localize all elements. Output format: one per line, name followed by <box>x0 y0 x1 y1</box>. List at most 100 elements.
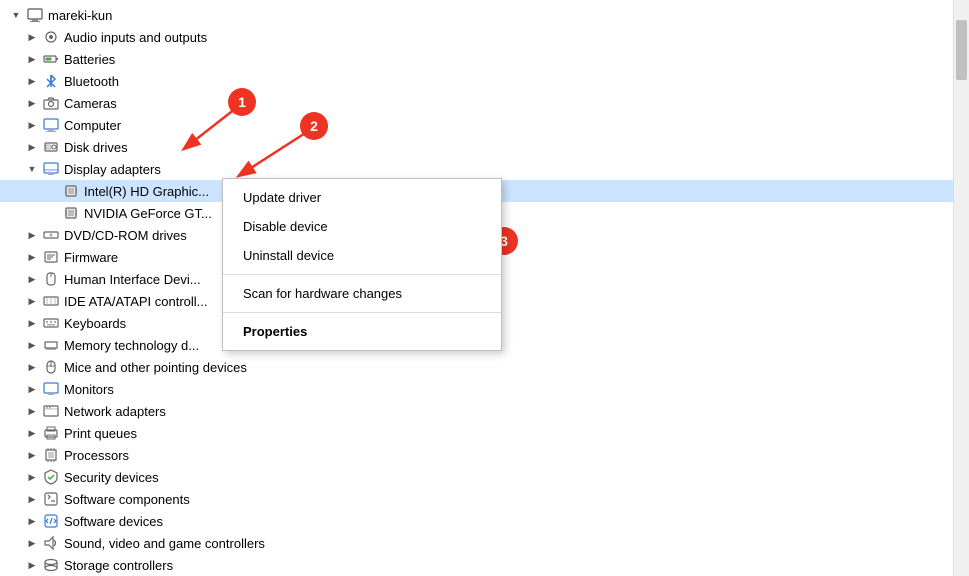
sound-icon <box>42 534 60 552</box>
tree-label-keyboards: Keyboards <box>64 316 126 331</box>
audio-icon <box>42 28 60 46</box>
context-disable-device[interactable]: Disable device <box>223 212 501 241</box>
tree-label-batteries: Batteries <box>64 52 115 67</box>
firmware-icon <box>42 248 60 266</box>
tree-label-computer: Computer <box>64 118 121 133</box>
tree-item-disk[interactable]: Disk drives <box>0 136 953 158</box>
tree-item-network[interactable]: Network adapters <box>0 400 953 422</box>
tree-label-cameras: Cameras <box>64 96 117 111</box>
tree-item-computer[interactable]: Computer <box>0 114 953 136</box>
camera-icon <box>42 94 60 112</box>
tree-label-bluetooth: Bluetooth <box>64 74 119 89</box>
context-update-driver[interactable]: Update driver <box>223 183 501 212</box>
tree-item-root[interactable]: mareki-kun <box>0 4 953 26</box>
tree-label-intel: Intel(R) HD Graphic... <box>84 184 209 199</box>
tree-item-storage[interactable]: Storage controllers <box>0 554 953 576</box>
chevron-batteries[interactable] <box>24 51 40 67</box>
tree-item-processors[interactable]: Processors <box>0 444 953 466</box>
softcomp-icon <box>42 490 60 508</box>
bluetooth-icon <box>42 72 60 90</box>
chevron-security[interactable] <box>24 469 40 485</box>
tree-label-storage: Storage controllers <box>64 558 173 573</box>
chevron-print[interactable] <box>24 425 40 441</box>
hid-icon <box>42 270 60 288</box>
tree-item-print[interactable]: Print queues <box>0 422 953 444</box>
tree-item-sound[interactable]: Sound, video and game controllers <box>0 532 953 554</box>
printer-icon <box>42 424 60 442</box>
chevron-network[interactable] <box>24 403 40 419</box>
chevron-ide[interactable] <box>24 293 40 309</box>
tree-label-print: Print queues <box>64 426 137 441</box>
tree-label-softdev: Software devices <box>64 514 163 529</box>
softdev-icon <box>42 512 60 530</box>
tree-label-root: mareki-kun <box>48 8 112 23</box>
chip-icon <box>62 182 80 200</box>
chevron-sound[interactable] <box>24 535 40 551</box>
chevron-disk[interactable] <box>24 139 40 155</box>
context-properties[interactable]: Properties <box>223 317 501 346</box>
scrollbar[interactable] <box>953 0 969 576</box>
ide-icon <box>42 292 60 310</box>
tree-label-audio: Audio inputs and outputs <box>64 30 207 45</box>
tree-item-bluetooth[interactable]: Bluetooth <box>0 70 953 92</box>
memory-icon <box>42 336 60 354</box>
context-separator <box>223 274 501 275</box>
battery-icon <box>42 50 60 68</box>
tree-label-firmware: Firmware <box>64 250 118 265</box>
security-icon <box>42 468 60 486</box>
chevron-bluetooth[interactable] <box>24 73 40 89</box>
chevron-keyboards[interactable] <box>24 315 40 331</box>
keyboard-icon <box>42 314 60 332</box>
disk-icon <box>42 138 60 156</box>
chevron-softcomp[interactable] <box>24 491 40 507</box>
chevron-human[interactable] <box>24 271 40 287</box>
tree-item-security[interactable]: Security devices <box>0 466 953 488</box>
chevron-firmware[interactable] <box>24 249 40 265</box>
chevron-memory[interactable] <box>24 337 40 353</box>
tree-label-human: Human Interface Devi... <box>64 272 201 287</box>
mouse-icon <box>42 358 60 376</box>
tree-item-display[interactable]: Display adapters <box>0 158 953 180</box>
context-menu: Update driver Disable device Uninstall d… <box>222 178 502 351</box>
tree-item-softdev[interactable]: Software devices <box>0 510 953 532</box>
tree-item-batteries[interactable]: Batteries <box>0 48 953 70</box>
context-uninstall-device[interactable]: Uninstall device <box>223 241 501 270</box>
tree-label-monitors: Monitors <box>64 382 114 397</box>
chevron-mice[interactable] <box>24 359 40 375</box>
storage-icon <box>42 556 60 574</box>
display-icon <box>42 160 60 178</box>
chevron-dvd[interactable] <box>24 227 40 243</box>
chevron-display[interactable] <box>24 161 40 177</box>
processor-icon <box>42 446 60 464</box>
tree-label-network: Network adapters <box>64 404 166 419</box>
context-scan-hardware[interactable]: Scan for hardware changes <box>223 279 501 308</box>
chevron-computer[interactable] <box>24 117 40 133</box>
chevron-audio[interactable] <box>24 29 40 45</box>
chevron-monitors[interactable] <box>24 381 40 397</box>
monitor-icon <box>42 116 60 134</box>
tree-label-mice: Mice and other pointing devices <box>64 360 247 375</box>
context-separator2 <box>223 312 501 313</box>
chevron-processors[interactable] <box>24 447 40 463</box>
chip-icon <box>62 204 80 222</box>
tree-label-processors: Processors <box>64 448 129 463</box>
tree-label-nvidia: NVIDIA GeForce GT... <box>84 206 212 221</box>
network-icon <box>42 402 60 420</box>
tree-label-ide: IDE ATA/ATAPI controll... <box>64 294 208 309</box>
tree-label-disk: Disk drives <box>64 140 128 155</box>
tree-item-monitors[interactable]: Monitors <box>0 378 953 400</box>
tree-item-cameras[interactable]: Cameras <box>0 92 953 114</box>
tree-label-memory: Memory technology d... <box>64 338 199 353</box>
monitor2-icon <box>42 380 60 398</box>
computer-icon <box>26 6 44 24</box>
tree-item-softcomp[interactable]: Software components <box>0 488 953 510</box>
chevron-storage[interactable] <box>24 557 40 573</box>
chevron-cameras[interactable] <box>24 95 40 111</box>
chevron-softdev[interactable] <box>24 513 40 529</box>
tree-label-display: Display adapters <box>64 162 161 177</box>
tree-item-mice[interactable]: Mice and other pointing devices <box>0 356 953 378</box>
chevron-root[interactable] <box>8 7 24 23</box>
scroll-thumb[interactable] <box>956 20 967 80</box>
tree-item-audio[interactable]: Audio inputs and outputs <box>0 26 953 48</box>
dvd-icon <box>42 226 60 244</box>
